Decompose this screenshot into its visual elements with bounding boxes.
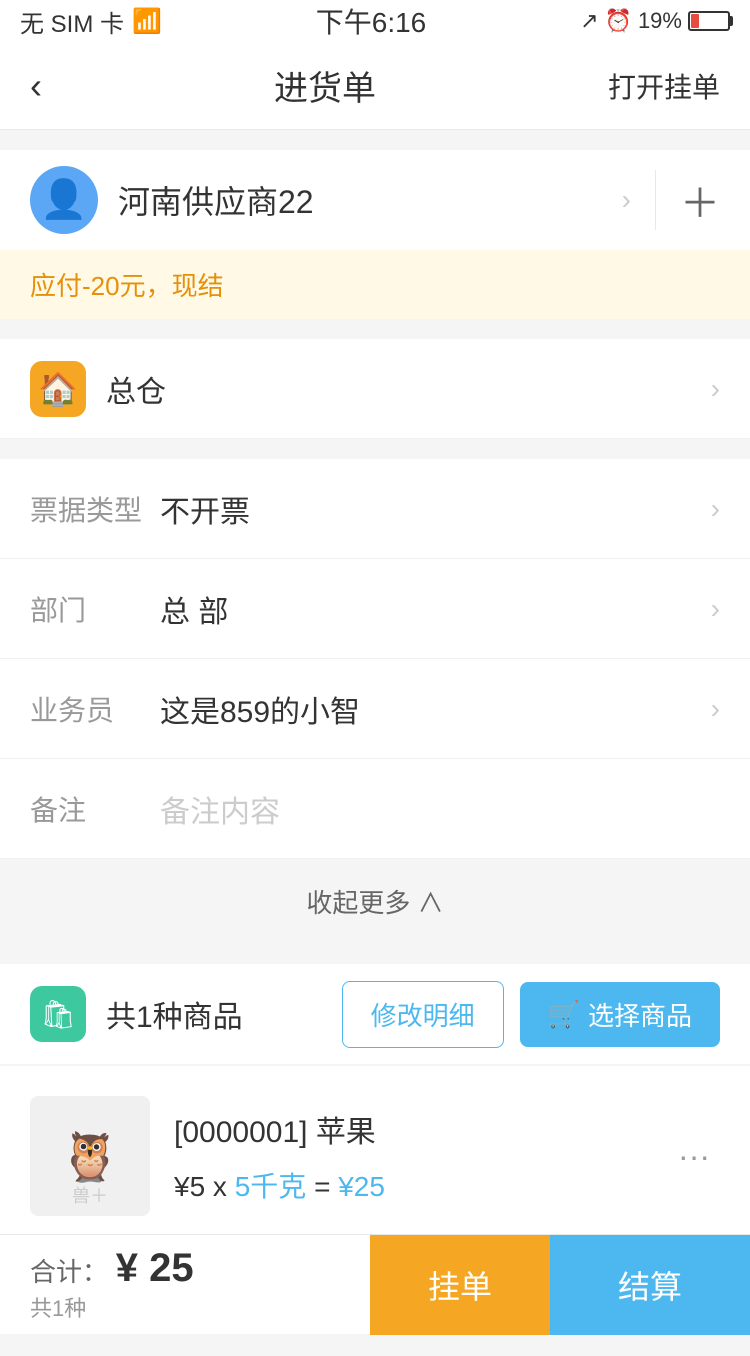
collapse-row[interactable]: 收起更多 ∧: [0, 859, 750, 944]
total-section: 合计： ¥ 25 共1种: [0, 1246, 370, 1323]
checkout-button[interactable]: 结算: [550, 1235, 750, 1335]
total-sub: 共1种: [30, 1291, 340, 1323]
ticket-type-value: 不开票: [160, 487, 701, 531]
select-product-label: 选择商品: [588, 996, 692, 1033]
products-header: 🛍 共1种商品 修改明细 🛒 选择商品: [0, 964, 750, 1064]
select-product-button[interactable]: 🛒 选择商品: [520, 982, 720, 1047]
section-gap-1: [0, 130, 750, 150]
price-unit: ¥5: [174, 1171, 205, 1202]
product-more-button[interactable]: ···: [668, 1128, 720, 1185]
warehouse-icon: 🏠: [30, 361, 86, 417]
notice-bar: 应付-20元，现结: [0, 250, 750, 319]
total-amount: ¥ 25: [116, 1246, 194, 1290]
supplier-name: 河南供应商22: [118, 177, 612, 223]
section-gap-2: [0, 319, 750, 339]
carrier-text: 无 SIM 卡: [20, 4, 124, 39]
product-price: ¥5 x 5千克 = ¥25: [174, 1165, 668, 1205]
battery-icon: [688, 11, 730, 31]
bottom-bar: 合计： ¥ 25 共1种 挂单 结算: [0, 1234, 750, 1334]
ticket-type-label: 票据类型: [30, 489, 160, 529]
status-right: ↗ ⏰ 19%: [580, 8, 730, 34]
price-total: ¥25: [338, 1171, 385, 1202]
back-button[interactable]: ‹: [30, 65, 42, 107]
remark-label: 备注: [30, 789, 160, 829]
supplier-divider: [655, 170, 656, 230]
warehouse-row[interactable]: 🏠 总仓 ›: [0, 339, 750, 439]
ticket-type-row[interactable]: 票据类型 不开票 ›: [0, 459, 750, 559]
status-bar: 无 SIM 卡 📶 下午6:16 ↗ ⏰ 19%: [0, 0, 750, 42]
supplier-avatar: 👤: [30, 166, 98, 234]
section-gap-3: [0, 439, 750, 459]
supplier-section[interactable]: 👤 河南供应商22 › ＋: [0, 150, 750, 250]
products-count: 共1种商品: [106, 992, 342, 1036]
product-name: [0000001] 苹果: [174, 1107, 668, 1151]
alarm-icon: ⏰: [605, 8, 632, 34]
battery-percent: 19%: [638, 8, 682, 34]
price-qty: 5千克: [235, 1171, 307, 1202]
department-chevron-icon: ›: [711, 593, 720, 625]
wifi-icon: 📶: [132, 7, 162, 36]
department-label: 部门: [30, 589, 160, 629]
page-title: 进货单: [274, 61, 376, 110]
status-time: 下午6:16: [316, 1, 427, 41]
ticket-type-chevron-icon: ›: [711, 493, 720, 525]
warehouse-name: 总仓: [106, 367, 701, 411]
department-value: 总 部: [160, 587, 701, 631]
select-product-icon: 🛒: [548, 999, 580, 1030]
supplier-chevron-icon: ›: [622, 184, 631, 216]
salesman-chevron-icon: ›: [711, 693, 720, 725]
remark-row[interactable]: 备注 备注内容: [0, 759, 750, 859]
section-gap-4: [0, 944, 750, 964]
salesman-row[interactable]: 业务员 这是859的小智 ›: [0, 659, 750, 759]
product-item: 🦉 兽＋ [0000001] 苹果 ¥5 x 5千克 = ¥25 ···: [0, 1066, 750, 1246]
product-info: [0000001] 苹果 ¥5 x 5千克 = ¥25: [174, 1107, 668, 1205]
nav-bar: ‹ 进货单 打开挂单: [0, 42, 750, 130]
products-icon: 🛍: [30, 986, 86, 1042]
total-label: 合计：: [30, 1257, 108, 1287]
edit-detail-button[interactable]: 修改明细: [342, 981, 504, 1048]
status-left: 无 SIM 卡 📶: [20, 4, 162, 39]
open-hold-button[interactable]: 打开挂单: [608, 66, 720, 106]
product-thumbnail: 🦉 兽＋: [30, 1096, 150, 1216]
salesman-value: 这是859的小智: [160, 687, 701, 731]
department-row[interactable]: 部门 总 部 ›: [0, 559, 750, 659]
location-icon: ↗: [580, 8, 598, 34]
hold-button[interactable]: 挂单: [370, 1235, 550, 1335]
remark-placeholder: 备注内容: [160, 787, 720, 831]
salesman-label: 业务员: [30, 689, 160, 729]
owl-icon: 🦉: [60, 1128, 120, 1185]
warehouse-chevron-icon: ›: [711, 373, 720, 405]
owl-brand-text: 兽＋: [72, 1182, 108, 1208]
add-supplier-button[interactable]: ＋: [680, 171, 720, 229]
